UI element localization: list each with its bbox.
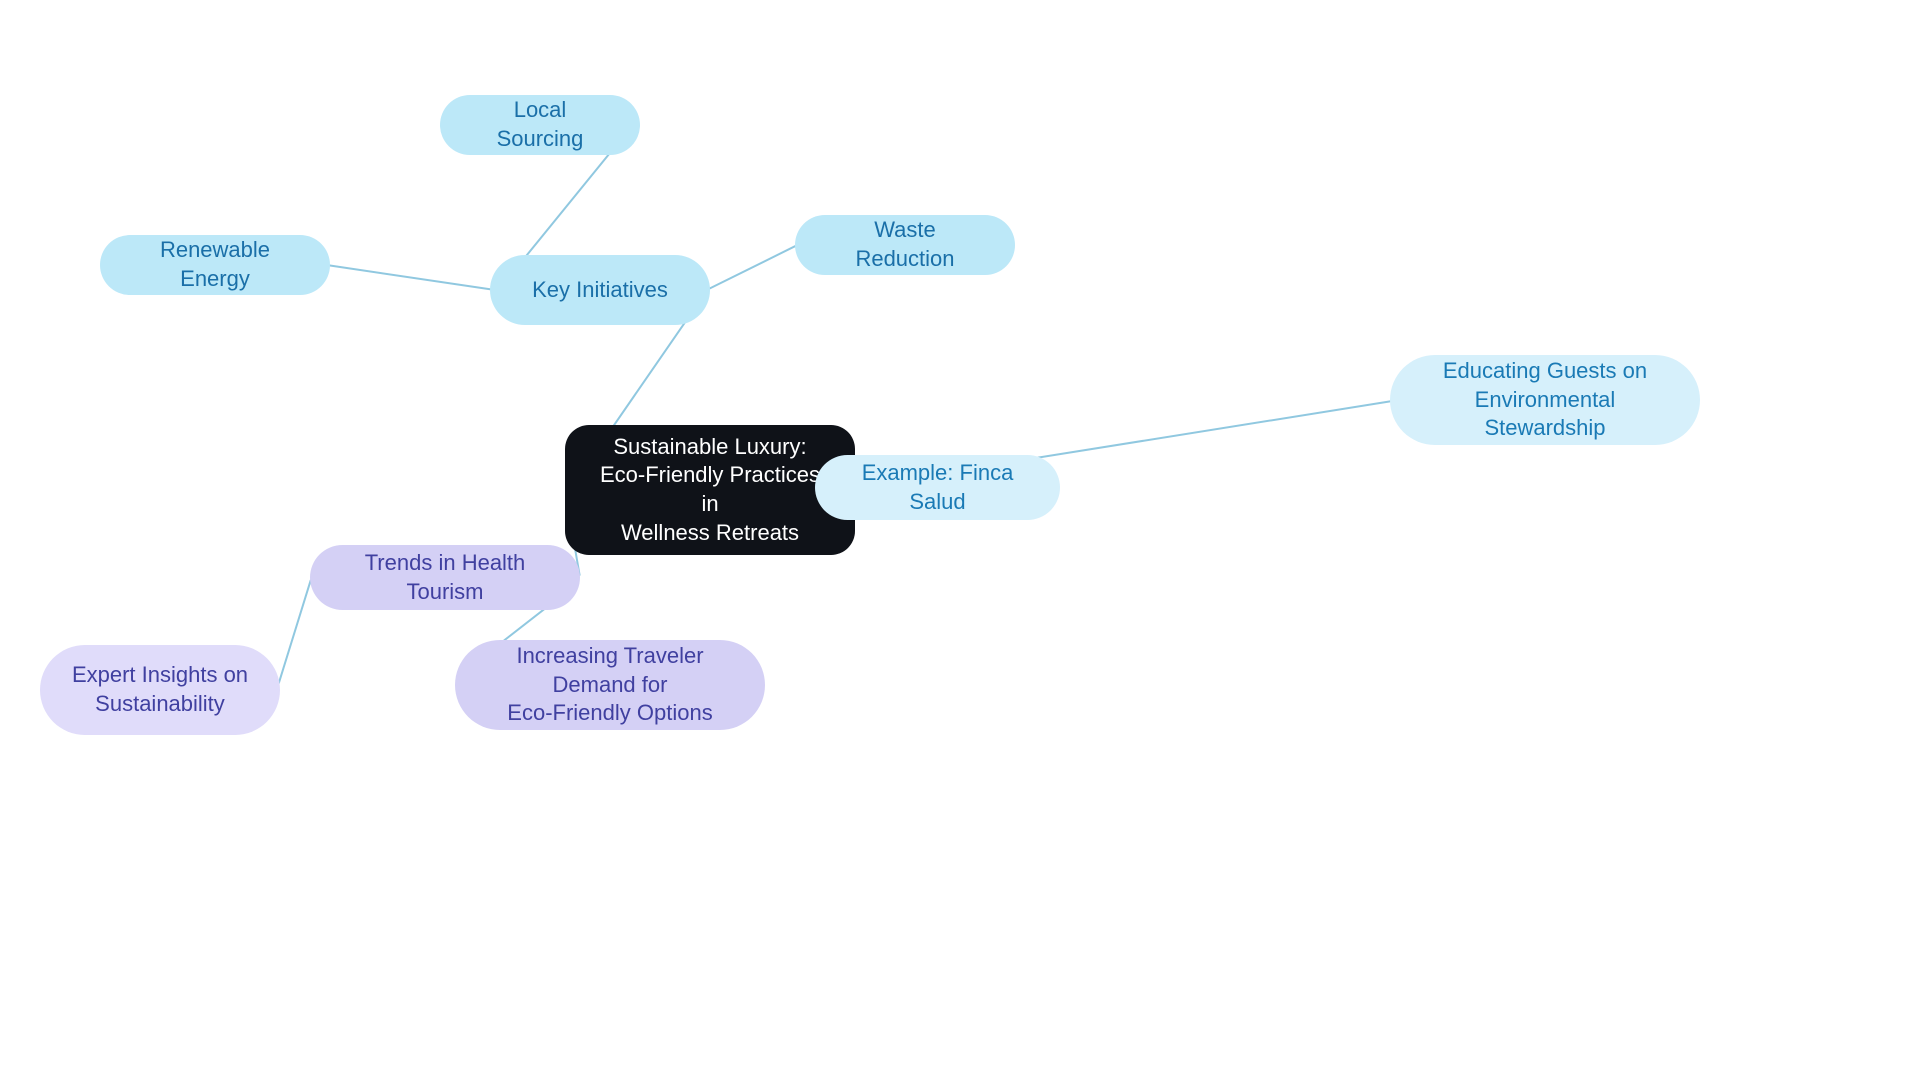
- waste-reduction-label: Waste Reduction: [823, 216, 987, 273]
- connections-svg: [0, 0, 1920, 1083]
- key-initiatives-label: Key Initiatives: [532, 276, 668, 305]
- increasing-demand-node[interactable]: Increasing Traveler Demand for Eco-Frien…: [455, 640, 765, 730]
- renewable-energy-label: Renewable Energy: [128, 236, 302, 293]
- expert-insights-node[interactable]: Expert Insights on Sustainability: [40, 645, 280, 735]
- educating-guests-label: Educating Guests on Environmental Stewar…: [1418, 357, 1672, 443]
- expert-insights-label: Expert Insights on Sustainability: [72, 661, 248, 718]
- center-node[interactable]: Sustainable Luxury: Eco-Friendly Practic…: [565, 425, 855, 555]
- local-sourcing-label: Local Sourcing: [468, 96, 612, 153]
- local-sourcing-node[interactable]: Local Sourcing: [440, 95, 640, 155]
- mind-map: Sustainable Luxury: Eco-Friendly Practic…: [0, 0, 1920, 1083]
- example-finca-node[interactable]: Example: Finca Salud: [815, 455, 1060, 520]
- example-finca-label: Example: Finca Salud: [843, 459, 1032, 516]
- renewable-energy-node[interactable]: Renewable Energy: [100, 235, 330, 295]
- trends-health-node[interactable]: Trends in Health Tourism: [310, 545, 580, 610]
- waste-reduction-node[interactable]: Waste Reduction: [795, 215, 1015, 275]
- educating-guests-node[interactable]: Educating Guests on Environmental Stewar…: [1390, 355, 1700, 445]
- trends-health-label: Trends in Health Tourism: [338, 549, 552, 606]
- key-initiatives-node[interactable]: Key Initiatives: [490, 255, 710, 325]
- increasing-demand-label: Increasing Traveler Demand for Eco-Frien…: [483, 642, 737, 728]
- center-label: Sustainable Luxury: Eco-Friendly Practic…: [593, 433, 827, 547]
